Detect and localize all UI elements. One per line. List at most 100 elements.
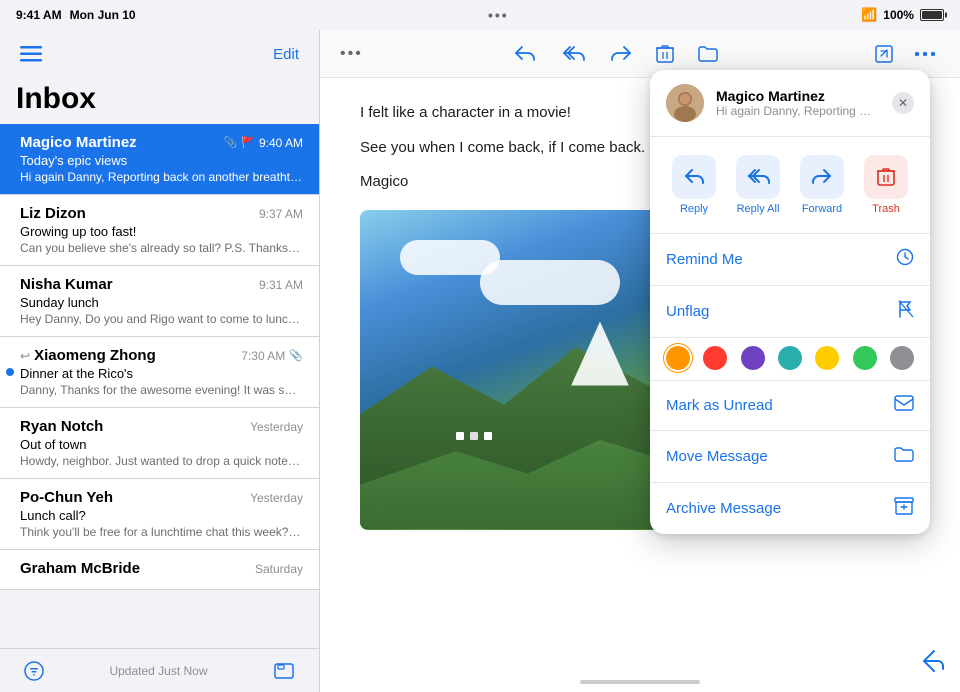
popup-preview-text: Hi again Danny, Reporting back o... [716, 104, 876, 118]
wifi-icon: 📶 [861, 7, 877, 23]
color-teal[interactable] [778, 346, 802, 370]
reply-action-button[interactable]: Reply [664, 151, 724, 219]
forward-button[interactable] [606, 41, 636, 67]
trash-action-button[interactable]: Trash [856, 151, 916, 219]
unread-dot [6, 368, 14, 376]
color-yellow[interactable] [815, 346, 839, 370]
attachment-icon: 📎 [224, 136, 238, 149]
email-time: 9:37 AM [259, 207, 303, 221]
email-time: Yesterday [250, 491, 303, 505]
mail-item[interactable]: Ryan Notch Yesterday Out of town Howdy, … [0, 408, 319, 479]
archive-message-label: Archive Message [666, 500, 781, 517]
sender-name: Nisha Kumar [20, 276, 113, 293]
mail-item[interactable]: Po-Chun Yeh Yesterday Lunch call? Think … [0, 479, 319, 550]
email-time: 9:31 AM [259, 278, 303, 292]
email-preview: Hey Danny, Do you and Rigo want to come … [20, 312, 303, 326]
sender-name: Po-Chun Yeh [20, 489, 113, 506]
home-indicator [580, 680, 700, 684]
email-subject: Dinner at the Rico's [20, 366, 303, 381]
sidebar-toggle-button[interactable] [16, 42, 46, 66]
reply-all-action-button[interactable]: Reply All [728, 151, 788, 219]
email-time: 7:30 AM [241, 349, 285, 363]
popup-actions-row: Reply Reply All [650, 137, 930, 234]
three-dots-center: ••• [340, 45, 363, 63]
compose-new-button[interactable] [870, 40, 898, 68]
reply-all-label: Reply All [737, 203, 780, 215]
reply-back-button[interactable] [510, 41, 540, 67]
mail-item[interactable]: Magico Martinez 📎 🚩 9:40 AM Today's epic… [0, 124, 319, 195]
sender-name: Magico Martinez [20, 134, 137, 151]
app-container: Edit Inbox Magico Martinez 📎 🚩 9:40 AM T… [0, 30, 960, 692]
mail-item[interactable]: ↩ Xiaomeng Zhong 7:30 AM 📎 Dinner at the… [0, 337, 319, 408]
battery-indicator [920, 9, 944, 21]
reply-label: Reply [680, 203, 708, 215]
sender-name: Ryan Notch [20, 418, 103, 435]
mark-unread-icon [894, 395, 914, 416]
email-time: Yesterday [250, 420, 303, 434]
status-date: Mon Jun 10 [70, 8, 136, 22]
email-subject: Growing up too fast! [20, 224, 303, 239]
email-time: Saturday [255, 562, 303, 576]
email-subject: Out of town [20, 437, 303, 452]
popup-sender-name: Magico Martinez [716, 88, 880, 104]
move-message-label: Move Message [666, 448, 768, 465]
forward-icon [800, 155, 844, 199]
email-preview: Danny, Thanks for the awesome evening! I… [20, 383, 303, 397]
status-time: 9:41 AM [16, 8, 62, 22]
context-menu-popup: Magico Martinez Hi again Danny, Reportin… [650, 70, 930, 534]
mark-unread-label: Mark as Unread [666, 397, 773, 414]
forward-action-button[interactable]: Forward [792, 151, 852, 219]
unflag-label: Unflag [666, 303, 709, 320]
email-preview: Can you believe she's already so tall? P… [20, 241, 303, 255]
popup-close-button[interactable]: ✕ [892, 92, 914, 114]
edit-button[interactable]: Edit [269, 42, 303, 67]
popup-avatar [666, 84, 704, 122]
remind-me-icon [896, 248, 914, 271]
floating-reply-button[interactable] [914, 647, 944, 680]
sender-name: Liz Dizon [20, 205, 86, 222]
popup-header-text: Magico Martinez Hi again Danny, Reportin… [716, 88, 880, 118]
mail-item[interactable]: Liz Dizon 9:37 AM Growing up too fast! C… [0, 195, 319, 266]
email-preview: Howdy, neighbor. Just wanted to drop a q… [20, 454, 303, 468]
move-message-icon [894, 445, 914, 468]
color-purple[interactable] [741, 346, 765, 370]
forward-label: Forward [802, 203, 842, 215]
battery-label: 100% [883, 8, 914, 22]
flag-icon: 🚩 [241, 136, 255, 149]
mark-unread-item[interactable]: Mark as Unread [650, 381, 930, 431]
inbox-toolbar: Edit [0, 30, 319, 78]
archive-message-icon [894, 497, 914, 520]
email-panel: ••• [320, 30, 960, 692]
remind-me-label: Remind Me [666, 251, 743, 268]
mail-item[interactable]: Nisha Kumar 9:31 AM Sunday lunch Hey Dan… [0, 266, 319, 337]
trash-label: Trash [872, 203, 900, 215]
sender-name: Xiaomeng Zhong [34, 347, 156, 364]
folder-button[interactable] [694, 41, 722, 67]
inbox-panel: Edit Inbox Magico Martinez 📎 🚩 9:40 AM T… [0, 30, 320, 692]
mail-item[interactable]: Graham McBride Saturday [0, 550, 319, 590]
color-green[interactable] [853, 346, 877, 370]
archive-message-item[interactable]: Archive Message [650, 483, 930, 534]
three-dots-top: ••• [488, 7, 509, 23]
move-message-item[interactable]: Move Message [650, 431, 930, 483]
filter-button[interactable] [20, 657, 48, 685]
replied-icon: ↩ [20, 349, 30, 363]
email-preview: Think you'll be free for a lunchtime cha… [20, 525, 303, 539]
color-dots-row [650, 338, 930, 381]
email-subject: Lunch call? [20, 508, 303, 523]
color-gray[interactable] [890, 346, 914, 370]
color-red[interactable] [703, 346, 727, 370]
email-subject: Today's epic views [20, 153, 303, 168]
trash-button[interactable] [652, 40, 678, 68]
compose-button[interactable] [269, 656, 299, 686]
email-subject: Sunday lunch [20, 295, 303, 310]
remind-me-item[interactable]: Remind Me [650, 234, 930, 286]
inbox-title: Inbox [0, 78, 319, 124]
more-options-button[interactable] [910, 47, 940, 61]
updated-label: Updated Just Now [109, 664, 207, 678]
reply-all-button[interactable] [556, 41, 590, 67]
color-orange[interactable] [666, 346, 690, 370]
unflag-item[interactable]: Unflag [650, 286, 930, 338]
unflag-icon [898, 300, 914, 323]
mail-list: Magico Martinez 📎 🚩 9:40 AM Today's epic… [0, 124, 319, 648]
